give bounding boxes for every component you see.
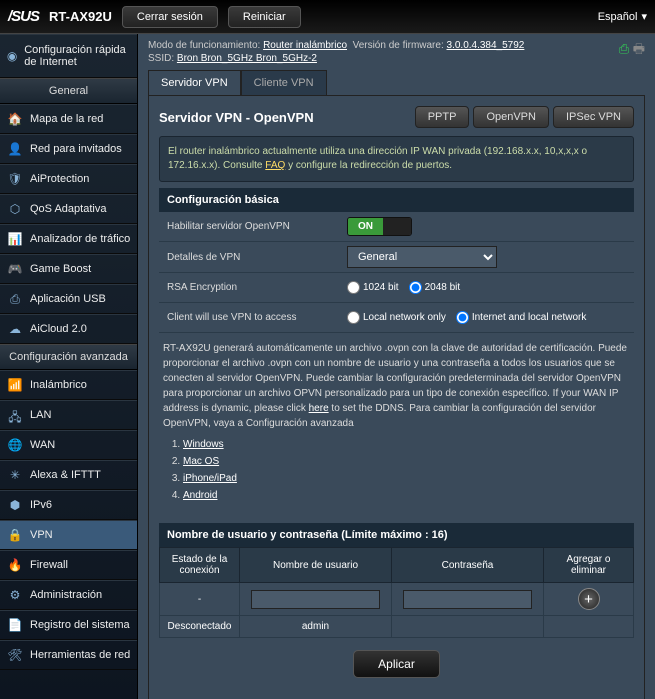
sidebar-item-guest-network[interactable]: 👤Red para invitados bbox=[0, 134, 137, 164]
sidebar-group-advanced: Configuración avanzada bbox=[0, 344, 137, 370]
sidebar-item-nettools[interactable]: 🛠Herramientas de red bbox=[0, 640, 137, 670]
sidebar-item-usb[interactable]: ⎙Aplicación USB bbox=[0, 284, 137, 314]
firmware-link[interactable]: 3.0.0.4.384_5792 bbox=[447, 40, 525, 51]
usb-icon: ⎙ bbox=[6, 292, 24, 306]
col-action: Agregar o eliminar bbox=[544, 548, 634, 583]
sidebar-item-aicloud[interactable]: ☁AiCloud 2.0 bbox=[0, 314, 137, 344]
table-row-input: - + bbox=[160, 583, 634, 616]
wan-ip-notice: El router inalámbrico actualmente utiliz… bbox=[159, 136, 634, 182]
add-user-button[interactable]: + bbox=[578, 588, 600, 610]
user-table: Estado de la conexión Nombre de usuario … bbox=[159, 547, 634, 638]
cloud-icon: ☁ bbox=[6, 322, 24, 336]
map-icon: 🏠 bbox=[6, 112, 24, 126]
tab-vpn-server[interactable]: Servidor VPN bbox=[148, 70, 241, 95]
status-icons: ⎙ 🖶 bbox=[619, 40, 645, 62]
sidebar-item-network-map[interactable]: 🏠Mapa de la red bbox=[0, 104, 137, 134]
model-label: RT-AX92U bbox=[49, 9, 112, 24]
wifi-icon: 📶 bbox=[6, 378, 24, 392]
chevron-down-icon: ▾ bbox=[641, 10, 647, 23]
col-pass: Contraseña bbox=[392, 548, 544, 583]
section-basic-config: Configuración básica bbox=[159, 188, 634, 212]
wan-icon: 🌐 bbox=[6, 438, 24, 452]
sidebar-item-alexa[interactable]: ✳Alexa & IFTTT bbox=[0, 460, 137, 490]
col-status: Estado de la conexión bbox=[160, 548, 240, 583]
gamepad-icon: 🎮 bbox=[6, 262, 24, 276]
op-mode-link[interactable]: Router inalámbrico bbox=[263, 40, 347, 51]
sidebar: ◉ Configuración rápida de Internet Gener… bbox=[0, 34, 138, 699]
sidebar-item-syslog[interactable]: 📄Registro del sistema bbox=[0, 610, 137, 640]
os-link-windows[interactable]: Windows bbox=[183, 439, 224, 450]
select-vpn-details[interactable]: General bbox=[347, 246, 497, 268]
sidebar-item-qos[interactable]: ⬡QoS Adaptativa bbox=[0, 194, 137, 224]
user-table-header: Nombre de usuario y contraseña (Límite m… bbox=[159, 523, 634, 547]
sidebar-item-wan[interactable]: 🌐WAN bbox=[0, 430, 137, 460]
os-link-macos[interactable]: Mac OS bbox=[183, 456, 219, 467]
op-mode-line: Modo de funcionamiento: Router inalámbri… bbox=[148, 40, 645, 51]
table-row: Desconectado admin bbox=[160, 616, 634, 638]
sidebar-item-lan[interactable]: 🖧LAN bbox=[0, 400, 137, 430]
tools-icon: 🛠 bbox=[6, 648, 24, 662]
label-vpn-details: Detalles de VPN bbox=[159, 246, 339, 269]
logout-button[interactable]: Cerrar sesión bbox=[122, 6, 218, 28]
sidebar-item-ipv6[interactable]: ⬢IPv6 bbox=[0, 490, 137, 520]
sidebar-item-aiprotection[interactable]: 🛡AiProtection bbox=[0, 164, 137, 194]
alexa-icon: ✳ bbox=[6, 468, 24, 482]
sidebar-item-admin[interactable]: ⚙Administración bbox=[0, 580, 137, 610]
radio-access-both[interactable]: Internet and local network bbox=[456, 311, 587, 324]
col-user: Nombre de usuario bbox=[240, 548, 392, 583]
guest-icon: 👤 bbox=[6, 142, 24, 156]
log-icon: 📄 bbox=[6, 618, 24, 632]
gear-icon: ⚙ bbox=[6, 588, 24, 602]
radio-rsa-2048[interactable]: 2048 bit bbox=[409, 281, 461, 294]
ssid-line: SSID: Bron Bron_5GHz Bron_5GHz-2 bbox=[148, 53, 645, 64]
ipv6-icon: ⬢ bbox=[6, 498, 24, 512]
gauge-icon: ⬡ bbox=[6, 202, 24, 216]
sidebar-item-quick-setup[interactable]: ◉ Configuración rápida de Internet bbox=[0, 34, 137, 78]
radio-rsa-1024[interactable]: 1024 bit bbox=[347, 281, 399, 294]
content-area: ⎙ 🖶 Modo de funcionamiento: Router inalá… bbox=[138, 34, 655, 699]
faq-link[interactable]: FAQ bbox=[265, 160, 285, 171]
shield-icon: 🛡 bbox=[6, 172, 24, 186]
vpn-type-openvpn[interactable]: OpenVPN bbox=[473, 106, 549, 128]
tab-vpn-client[interactable]: Cliente VPN bbox=[241, 70, 327, 95]
sidebar-item-wireless[interactable]: 📶Inalámbrico bbox=[0, 370, 137, 400]
label-client-access: Client will use VPN to access bbox=[159, 306, 339, 329]
toggle-enable-openvpn[interactable]: ON bbox=[347, 217, 412, 236]
os-link-android[interactable]: Android bbox=[183, 490, 217, 501]
usb-status-icon[interactable]: ⎙ bbox=[619, 41, 629, 56]
radio-access-local[interactable]: Local network only bbox=[347, 311, 446, 324]
panel: Servidor VPN - OpenVPN PPTP OpenVPN IPSe… bbox=[148, 96, 645, 699]
os-link-ios[interactable]: iPhone/iPad bbox=[183, 473, 237, 484]
sidebar-label: Configuración rápida de Internet bbox=[24, 44, 131, 68]
label-rsa: RSA Encryption bbox=[159, 276, 339, 299]
vpn-tabs: Servidor VPN Cliente VPN bbox=[148, 70, 645, 96]
sidebar-item-traffic[interactable]: 📊Analizador de tráfico bbox=[0, 224, 137, 254]
vpn-icon: 🔒 bbox=[6, 528, 24, 542]
vpn-type-ipsec[interactable]: IPSec VPN bbox=[553, 106, 634, 128]
panel-title: Servidor VPN - OpenVPN bbox=[159, 110, 314, 125]
brand-logo: /SUS bbox=[8, 8, 39, 25]
globe-icon: ◉ bbox=[6, 49, 18, 63]
language-selector[interactable]: Español ▾ bbox=[598, 10, 647, 23]
label-enable-openvpn: Habilitar servidor OpenVPN bbox=[159, 215, 339, 238]
description-text: RT-AX92U generará automáticamente un arc… bbox=[159, 333, 634, 517]
ddns-here-link[interactable]: here bbox=[309, 403, 329, 414]
reboot-button[interactable]: Reiniciar bbox=[228, 6, 301, 28]
sidebar-group-general: General bbox=[0, 78, 137, 104]
firewall-icon: 🔥 bbox=[6, 558, 24, 572]
chart-icon: 📊 bbox=[6, 232, 24, 246]
topbar: /SUS RT-AX92U Cerrar sesión Reiniciar Es… bbox=[0, 0, 655, 34]
input-new-username[interactable] bbox=[251, 590, 380, 609]
sidebar-item-game-boost[interactable]: 🎮Game Boost bbox=[0, 254, 137, 284]
language-label: Español bbox=[598, 11, 638, 23]
vpn-type-pptp[interactable]: PPTP bbox=[415, 106, 470, 128]
apply-button[interactable]: Aplicar bbox=[353, 650, 440, 678]
sidebar-item-firewall[interactable]: 🔥Firewall bbox=[0, 550, 137, 580]
lan-icon: 🖧 bbox=[6, 408, 24, 422]
sidebar-item-vpn[interactable]: 🔒VPN bbox=[0, 520, 137, 550]
input-new-password[interactable] bbox=[403, 590, 532, 609]
printer-status-icon[interactable]: 🖶 bbox=[633, 41, 645, 56]
